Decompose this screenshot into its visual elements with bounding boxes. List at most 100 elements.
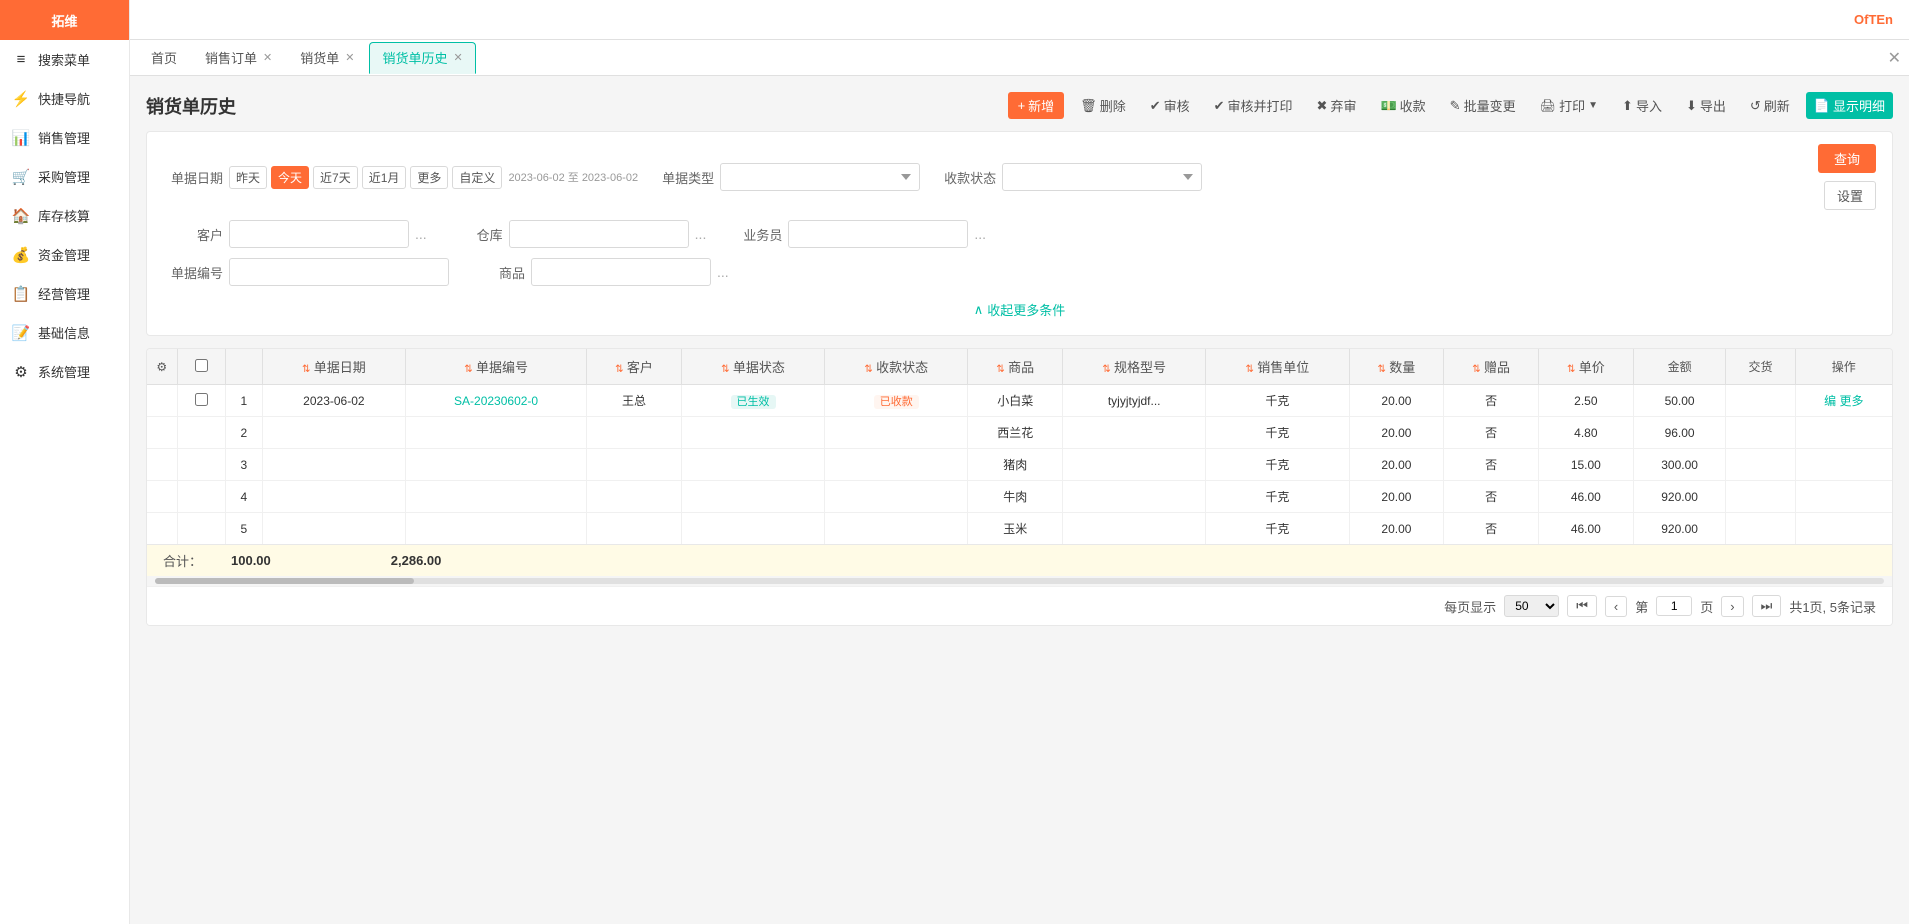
th-doc-no[interactable]: ⇅ 单据编号 (405, 349, 586, 385)
collect-button[interactable]: 💵 收款 (1372, 92, 1433, 119)
filter-doc-type: 单据类型 (654, 163, 920, 191)
print-button[interactable]: 🖨 打印 ▼ (1532, 92, 1606, 119)
tab-sales-goods[interactable]: 销货单 ✕ (287, 42, 367, 74)
salesperson-dots[interactable]: ... (974, 226, 986, 242)
pagination: 每页显示 50 100 200 ⏮ ‹ 第 页 › ⏭ 共1页, 5条记录 (147, 586, 1892, 625)
th-collect-status[interactable]: ⇅ 收款状态 (825, 349, 968, 385)
td-trade (1726, 513, 1795, 545)
filter-actions: 查询 设置 (1818, 144, 1876, 210)
sidebar-item-search-menu[interactable]: ≡ 搜索菜单 (0, 40, 129, 79)
query-button[interactable]: 查询 (1818, 144, 1876, 173)
data-table: ⚙ ⇅ 单据日期 ⇅ 单据编号 ⇅ 客户 (147, 349, 1892, 544)
th-spec-type[interactable]: ⇅ 规格型号 (1063, 349, 1206, 385)
td-spec-type (1063, 513, 1206, 545)
tab-sales-order-close[interactable]: ✕ (263, 51, 272, 64)
abandon-icon: ✖ (1317, 98, 1328, 114)
goods-dots[interactable]: ... (717, 264, 729, 280)
sort-icon-sale-unit: ⇅ (1246, 364, 1254, 375)
td-row-num: 2 (226, 417, 263, 449)
td-spec-type: tyjyjtyjdf... (1063, 385, 1206, 417)
last-page-button[interactable]: ⏭ (1752, 595, 1782, 617)
setting-button[interactable]: 设置 (1824, 181, 1876, 210)
sidebar-item-sales-mgmt[interactable]: 📊 销售管理 (0, 118, 129, 157)
collapse-label: 收起更多条件 (987, 300, 1065, 319)
th-goods[interactable]: ⇅ 商品 (968, 349, 1063, 385)
date-btn-7days[interactable]: 近7天 (313, 166, 358, 189)
th-gift[interactable]: ⇅ 赠品 (1444, 349, 1539, 385)
date-btn-today[interactable]: 今天 (271, 166, 309, 189)
tab-sales-goods-close[interactable]: ✕ (345, 51, 354, 64)
first-page-button[interactable]: ⏮ (1567, 595, 1597, 617)
date-btn-1month[interactable]: 近1月 (362, 166, 407, 189)
salesperson-input[interactable] (788, 220, 968, 248)
delete-button[interactable]: 🗑 删除 (1072, 92, 1134, 119)
td-gift: 否 (1444, 417, 1539, 449)
display-detail-button[interactable]: 📄 显示明细 (1806, 92, 1893, 119)
audit-print-button[interactable]: ✔ 审核并打印 (1206, 92, 1301, 119)
date-btn-yesterday[interactable]: 昨天 (229, 166, 267, 189)
audit-button[interactable]: ✔ 审核 (1142, 92, 1198, 119)
page-number-input[interactable] (1656, 596, 1692, 616)
scrollbar-track[interactable] (155, 578, 1884, 584)
sidebar-item-system-mgmt[interactable]: ⚙ 系统管理 (0, 352, 129, 391)
th-doc-status[interactable]: ⇅ 单据状态 (681, 349, 824, 385)
tab-home-label: 首页 (151, 48, 177, 67)
tab-sales-history[interactable]: 销货单历史 ✕ (369, 42, 475, 74)
window-close-icon[interactable]: ✕ (1888, 48, 1901, 68)
customer-dots[interactable]: ... (415, 226, 427, 242)
more-link[interactable]: 更多 (1839, 394, 1863, 408)
tab-sales-order[interactable]: 销售订单 ✕ (192, 42, 285, 74)
th-sale-unit[interactable]: ⇅ 销售单位 (1206, 349, 1349, 385)
horizontal-scrollbar[interactable] (147, 576, 1892, 586)
th-doc-date[interactable]: ⇅ 单据日期 (262, 349, 405, 385)
per-page-select[interactable]: 50 100 200 (1504, 595, 1559, 617)
sidebar-item-quick-nav[interactable]: ⚡ 快捷导航 (0, 79, 129, 118)
filter-doc-no: 单据编号 (163, 258, 449, 286)
collapse-bar[interactable]: ∧ 收起更多条件 (163, 296, 1876, 323)
abandon-button[interactable]: ✖ 弃审 (1309, 92, 1365, 119)
row-checkbox[interactable] (195, 393, 208, 406)
sidebar-item-stock-calc[interactable]: 🏠 库存核算 (0, 196, 129, 235)
sidebar-item-finance-mgmt[interactable]: 💰 资金管理 (0, 235, 129, 274)
purchase-icon: 🛒 (12, 168, 30, 186)
scrollbar-thumb[interactable] (155, 578, 414, 584)
customer-label: 客户 (163, 225, 223, 244)
warehouse-dots[interactable]: ... (695, 226, 707, 242)
print-dropdown-icon: ▼ (1588, 100, 1598, 111)
date-btn-more[interactable]: 更多 (410, 166, 448, 189)
th-settings[interactable]: ⚙ (147, 349, 177, 385)
collect-status-select[interactable] (1002, 163, 1202, 191)
operation-icon: 📋 (12, 285, 30, 303)
customer-input[interactable] (229, 220, 409, 248)
date-btn-custom[interactable]: 自定义 (452, 166, 502, 189)
print-icon: 🖨 (1540, 98, 1557, 114)
sidebar-item-purchase-mgmt[interactable]: 🛒 采购管理 (0, 157, 129, 196)
table-row: 4 牛肉 千克 20.00 否 46.00 920.00 (147, 481, 1892, 513)
goods-label: 商品 (465, 263, 525, 282)
next-page-button[interactable]: › (1721, 596, 1743, 617)
tab-home[interactable]: 首页 (138, 42, 190, 74)
batch-change-button[interactable]: ✎ 批量变更 (1442, 92, 1524, 119)
goods-input[interactable] (531, 258, 711, 286)
warehouse-input[interactable] (509, 220, 689, 248)
import-button[interactable]: ⬆ 导入 (1614, 92, 1670, 119)
refresh-button[interactable]: ↺ 刷新 (1742, 92, 1798, 119)
display-detail-icon: 📄 (1814, 98, 1830, 114)
export-button[interactable]: ⬇ 导出 (1678, 92, 1734, 119)
filter-collect-status: 收款状态 (936, 163, 1202, 191)
select-all-checkbox[interactable] (195, 359, 208, 372)
sidebar-item-basic-info[interactable]: 📝 基础信息 (0, 313, 129, 352)
doc-type-select[interactable] (720, 163, 920, 191)
td-unit-price: 4.80 (1538, 417, 1633, 449)
edit-link[interactable]: 编 (1824, 394, 1836, 408)
doc-no-input[interactable] (229, 258, 449, 286)
th-quantity[interactable]: ⇅ 数量 (1349, 349, 1444, 385)
doc-no-link[interactable]: SA-20230602-0 (454, 394, 538, 408)
filter-warehouse: 仓库 ... (443, 220, 707, 248)
th-customer[interactable]: ⇅ 客户 (587, 349, 682, 385)
new-button[interactable]: + 新增 (1008, 92, 1065, 119)
th-unit-price[interactable]: ⇅ 单价 (1538, 349, 1633, 385)
tab-sales-history-close[interactable]: ✕ (454, 51, 463, 64)
prev-page-button[interactable]: ‹ (1605, 596, 1627, 617)
sidebar-item-operation-mgmt[interactable]: 📋 经营管理 (0, 274, 129, 313)
